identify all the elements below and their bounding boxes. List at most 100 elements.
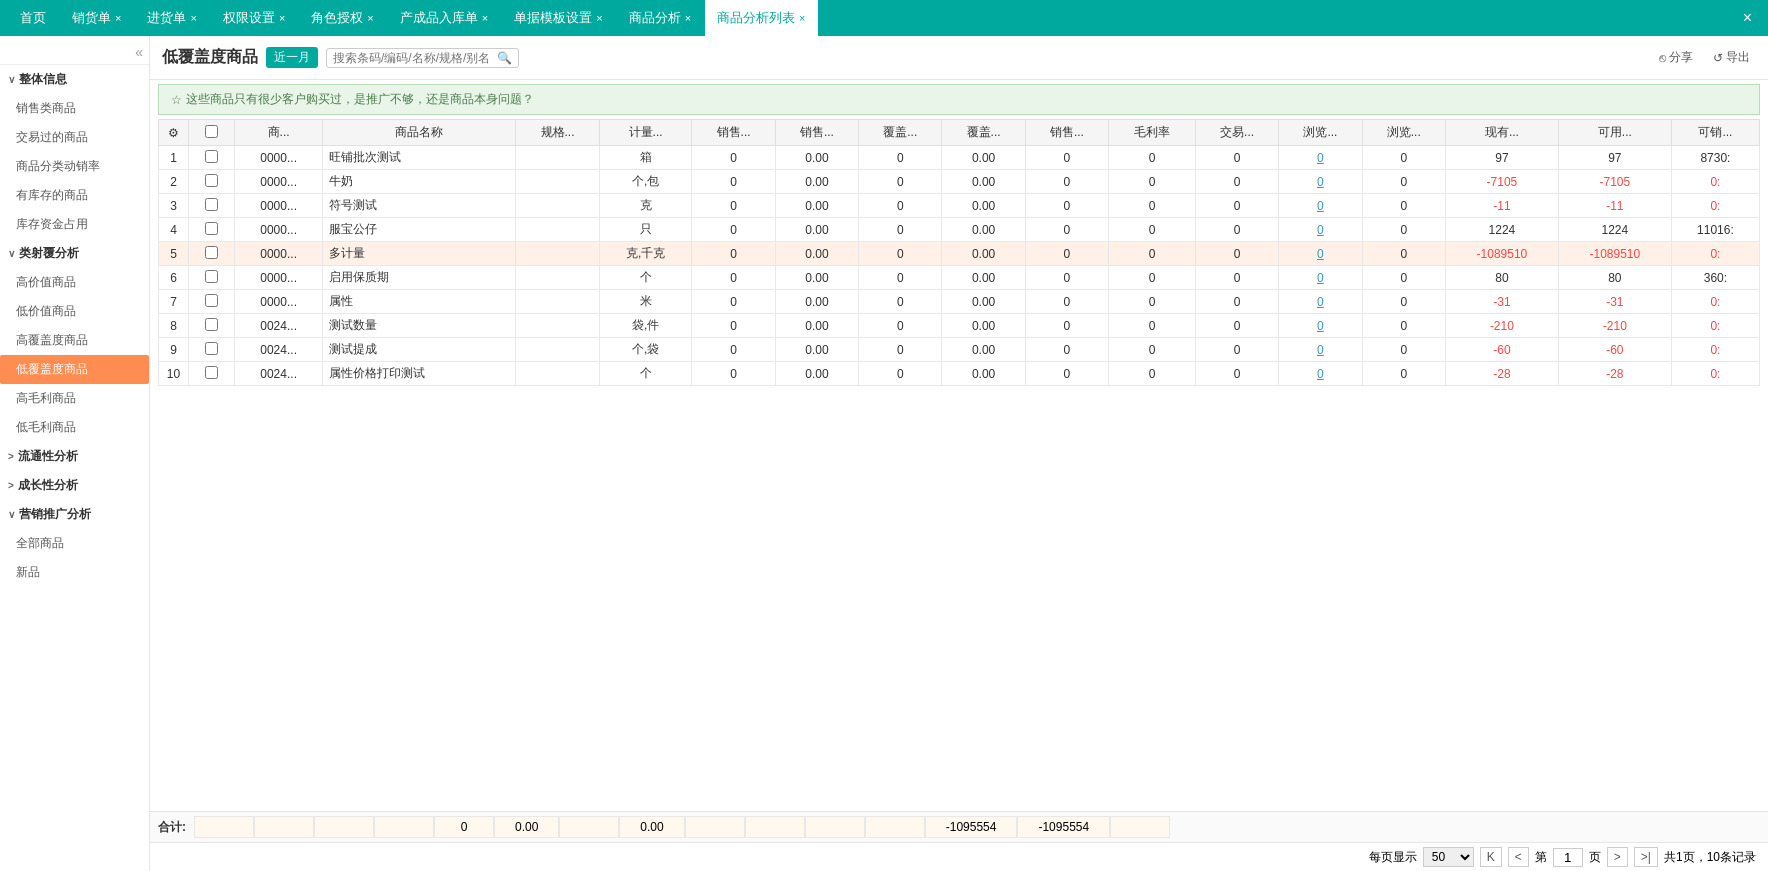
sidebar-item-all-goods[interactable]: 全部商品 [0, 529, 149, 558]
sidebar-item-new-goods[interactable]: 新品 [0, 558, 149, 587]
sidebar-item-high-value[interactable]: 高价值商品 [0, 268, 149, 297]
row-checkbox[interactable] [189, 314, 235, 338]
row-v1[interactable]: 0 [1279, 362, 1362, 386]
checkbox-column-header[interactable] [189, 120, 235, 146]
sidebar-item-low-margin[interactable]: 低毛利商品 [0, 413, 149, 442]
close-icon[interactable]: × [482, 12, 488, 24]
sidebar-section-circulation[interactable]: > 流通性分析 [0, 442, 149, 471]
sidebar-section-coverage[interactable]: ∨ 类射覆分析 [0, 239, 149, 268]
row-checkbox[interactable] [189, 362, 235, 386]
sidebar-item-sales-goods[interactable]: 销售类商品 [0, 94, 149, 123]
view1-column-header[interactable]: 浏览... [1279, 120, 1362, 146]
row-select-checkbox[interactable] [205, 198, 218, 211]
row-checkbox[interactable] [189, 194, 235, 218]
sales3-column-header[interactable]: 销售... [1025, 120, 1108, 146]
sidebar-collapse-button[interactable]: « [135, 44, 143, 60]
view2-column-header[interactable]: 浏览... [1362, 120, 1445, 146]
row-select-checkbox[interactable] [205, 318, 218, 331]
name-column-header[interactable]: 商品名称 [323, 120, 516, 146]
last-page-button[interactable]: >| [1634, 847, 1658, 867]
row-select-checkbox[interactable] [205, 270, 218, 283]
sidebar-section-growth[interactable]: > 成长性分析 [0, 471, 149, 500]
row-checkbox[interactable] [189, 290, 235, 314]
select-all-checkbox[interactable] [205, 125, 218, 138]
row-v1[interactable]: 0 [1279, 314, 1362, 338]
row-select-checkbox[interactable] [205, 150, 218, 163]
cover1-column-header[interactable]: 覆盖... [859, 120, 942, 146]
stock1-column-header[interactable]: 现有... [1445, 120, 1558, 146]
next-page-button[interactable]: > [1607, 847, 1628, 867]
nav-tab-template[interactable]: 单据模板设置 × [502, 0, 614, 36]
sidebar-section-overall[interactable]: ∨ 整体信息 [0, 65, 149, 94]
stock3-column-header[interactable]: 可销... [1671, 120, 1759, 146]
page-input[interactable] [1553, 848, 1583, 867]
settings-column-header[interactable]: ⚙ [159, 120, 189, 146]
nav-tab-analysis[interactable]: 商品分析 × [617, 0, 703, 36]
nav-tab-home[interactable]: 首页 [8, 0, 58, 36]
nav-tab-roles[interactable]: 角色授权 × [299, 0, 385, 36]
share-button[interactable]: ⎋ 分享 [1653, 46, 1699, 69]
row-unit: 个 [599, 362, 692, 386]
trade-column-header[interactable]: 交易... [1195, 120, 1278, 146]
row-v1[interactable]: 0 [1279, 218, 1362, 242]
date-filter-button[interactable]: 近一月 [266, 47, 318, 68]
code-column-header[interactable]: 商... [235, 120, 323, 146]
row-select-checkbox[interactable] [205, 342, 218, 355]
sidebar-item-high-coverage[interactable]: 高覆盖度商品 [0, 326, 149, 355]
sales1-column-header[interactable]: 销售... [692, 120, 775, 146]
search-input[interactable] [333, 51, 493, 65]
spec-column-header[interactable]: 规格... [516, 120, 599, 146]
close-icon[interactable]: × [190, 12, 196, 24]
export-button[interactable]: ↺ 导出 [1707, 46, 1756, 69]
per-page-select[interactable]: 50 100 200 [1423, 847, 1474, 867]
row-v1[interactable]: 0 [1279, 170, 1362, 194]
sidebar-item-stocked-goods[interactable]: 有库存的商品 [0, 181, 149, 210]
row-code: 0000... [235, 170, 323, 194]
close-icon[interactable]: × [596, 12, 602, 24]
row-checkbox[interactable] [189, 146, 235, 170]
sales2-column-header[interactable]: 销售... [775, 120, 858, 146]
stock2-column-header[interactable]: 可用... [1558, 120, 1671, 146]
prev-page-button[interactable]: < [1508, 847, 1529, 867]
sidebar-item-category-rate[interactable]: 商品分类动销率 [0, 152, 149, 181]
row-v1[interactable]: 0 [1279, 266, 1362, 290]
nav-tab-analysis-list[interactable]: 商品分析列表 × [705, 0, 817, 36]
sidebar-item-stock-capital[interactable]: 库存资金占用 [0, 210, 149, 239]
nav-tab-product-warehouse[interactable]: 产成品入库单 × [388, 0, 500, 36]
row-checkbox[interactable] [189, 242, 235, 266]
close-icon[interactable]: × [685, 12, 691, 24]
row-checkbox[interactable] [189, 338, 235, 362]
nav-tab-sales[interactable]: 销货单 × [60, 0, 133, 36]
sidebar-item-traded-goods[interactable]: 交易过的商品 [0, 123, 149, 152]
row-v1[interactable]: 0 [1279, 242, 1362, 266]
row-select-checkbox[interactable] [205, 222, 218, 235]
search-icon[interactable]: 🔍 [497, 51, 512, 65]
row-checkbox[interactable] [189, 218, 235, 242]
sidebar-item-low-value[interactable]: 低价值商品 [0, 297, 149, 326]
sidebar-item-low-coverage[interactable]: 低覆盖度商品 [0, 355, 149, 384]
table-container[interactable]: ⚙ 商... 商品名称 规格... 计量... 销售... 销售... 覆盖..… [150, 119, 1768, 811]
close-icon[interactable]: × [799, 12, 805, 24]
sidebar-section-marketing[interactable]: ∨ 营销推广分析 [0, 500, 149, 529]
row-v1[interactable]: 0 [1279, 290, 1362, 314]
row-v1[interactable]: 0 [1279, 338, 1362, 362]
window-close-button[interactable]: × [1735, 9, 1760, 27]
nav-tab-permissions[interactable]: 权限设置 × [211, 0, 297, 36]
row-select-checkbox[interactable] [205, 246, 218, 259]
close-icon[interactable]: × [279, 12, 285, 24]
row-select-checkbox[interactable] [205, 294, 218, 307]
close-icon[interactable]: × [367, 12, 373, 24]
row-checkbox[interactable] [189, 266, 235, 290]
close-icon[interactable]: × [115, 12, 121, 24]
sidebar-item-high-margin[interactable]: 高毛利商品 [0, 384, 149, 413]
cover2-column-header[interactable]: 覆盖... [942, 120, 1025, 146]
unit-column-header[interactable]: 计量... [599, 120, 692, 146]
row-v1[interactable]: 0 [1279, 194, 1362, 218]
nav-tab-purchase[interactable]: 进货单 × [135, 0, 208, 36]
row-select-checkbox[interactable] [205, 366, 218, 379]
gross-column-header[interactable]: 毛利率 [1109, 120, 1196, 146]
row-select-checkbox[interactable] [205, 174, 218, 187]
row-checkbox[interactable] [189, 170, 235, 194]
row-v1[interactable]: 0 [1279, 146, 1362, 170]
first-page-button[interactable]: K [1480, 847, 1502, 867]
